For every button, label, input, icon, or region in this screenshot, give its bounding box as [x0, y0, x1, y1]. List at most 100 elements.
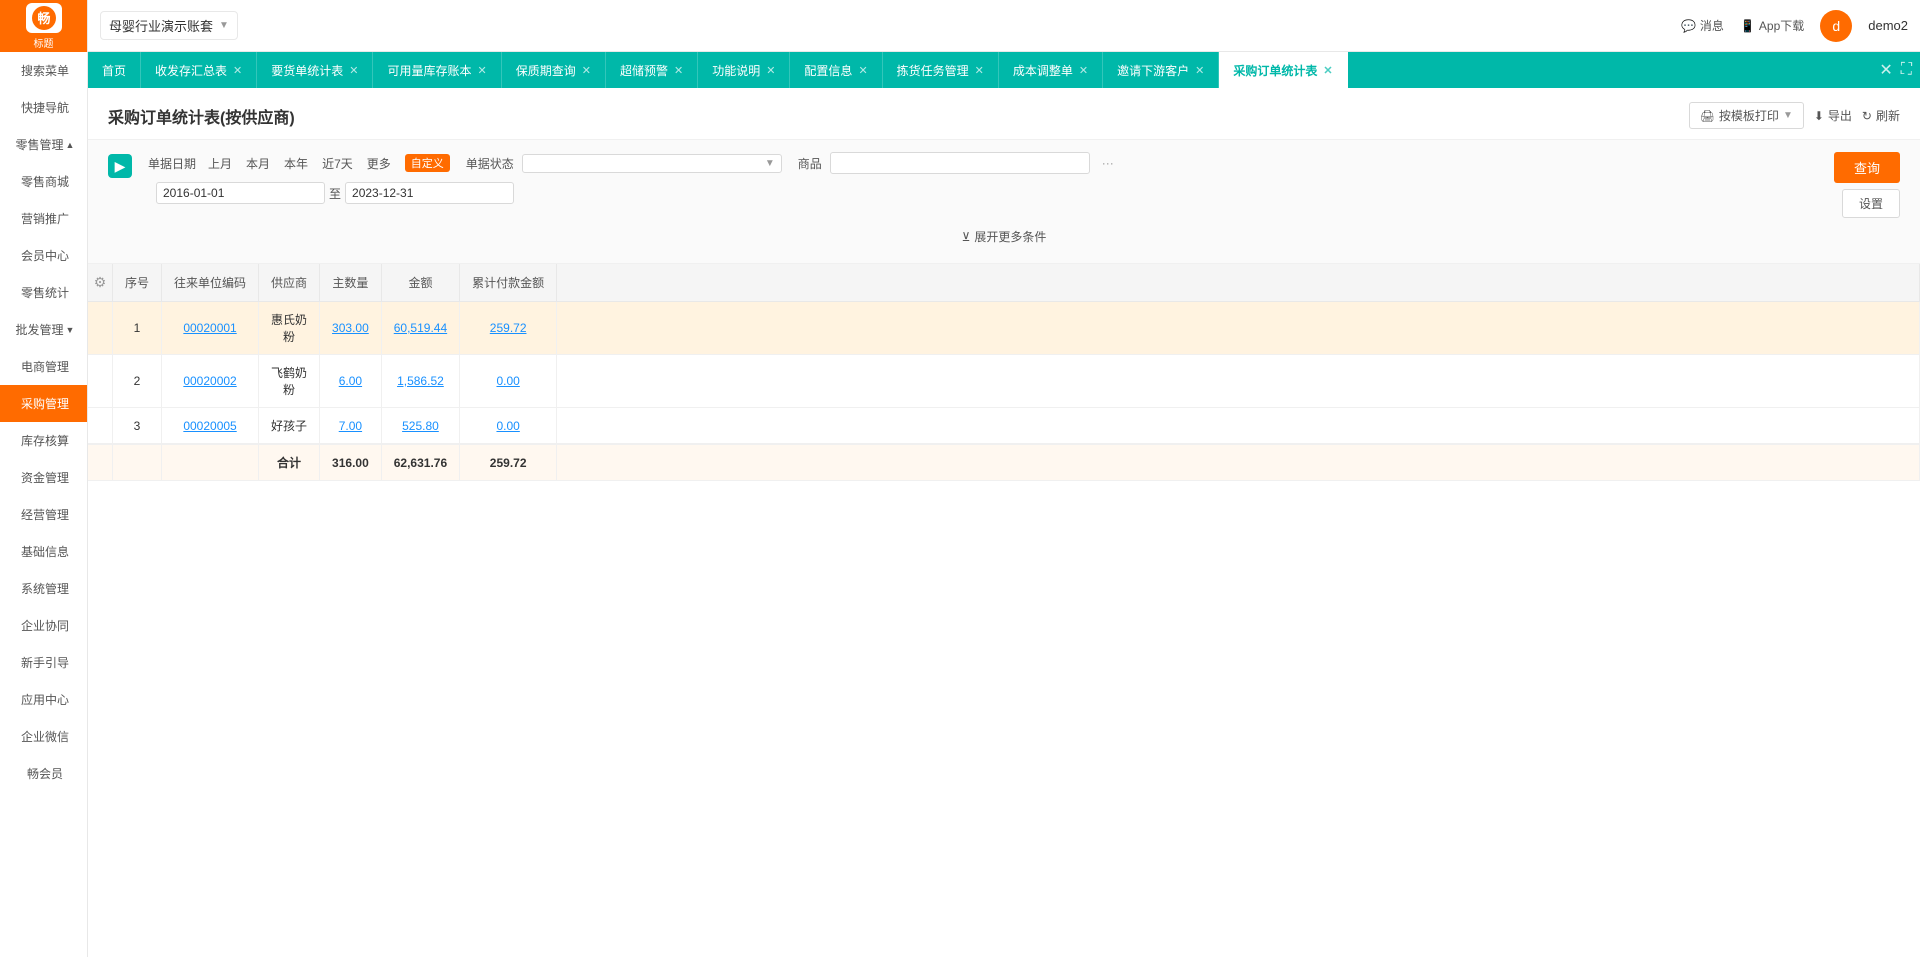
- close-icon-config-info[interactable]: ✕: [858, 64, 867, 77]
- workspace-label: 母婴行业演示账套: [109, 16, 213, 35]
- close-icon-picking-task[interactable]: ✕: [975, 64, 984, 77]
- sidebar-item-ecommerce[interactable]: 电商管理: [0, 348, 87, 385]
- expand-arrow-icon: ⊻: [962, 230, 971, 244]
- tab-cost-adjust[interactable]: 成本调整单✕: [999, 52, 1103, 88]
- sidebar-item-marketing[interactable]: 营销推广: [0, 200, 87, 237]
- close-icon-requisition-stats[interactable]: ✕: [349, 64, 358, 77]
- tab-home[interactable]: 首页: [88, 52, 141, 88]
- date-from-input[interactable]: [156, 182, 325, 204]
- sidebar-item-quick-nav[interactable]: 快捷导航: [0, 89, 87, 126]
- close-icon-cost-adjust[interactable]: ✕: [1079, 64, 1088, 77]
- svg-text:畅: 畅: [37, 11, 50, 26]
- sidebar-item-enterprise[interactable]: 企业协同: [0, 607, 87, 644]
- sidebar-item-purchase[interactable]: 采购管理: [0, 385, 87, 422]
- footer-paid-amount: 259.72: [460, 444, 557, 481]
- tab-receive-summary[interactable]: 收发存汇总表✕: [141, 52, 257, 88]
- close-icon-invite-downstream[interactable]: ✕: [1195, 64, 1204, 77]
- refresh-button[interactable]: ↻ 刷新: [1862, 107, 1900, 124]
- close-icon-function-desc[interactable]: ✕: [766, 64, 775, 77]
- col-header-no: 序号: [113, 264, 162, 302]
- sidebar-item-inventory[interactable]: 库存核算: [0, 422, 87, 459]
- tab-invite-downstream[interactable]: 邀请下游客户✕: [1103, 52, 1219, 88]
- printer-icon: 🖨: [1700, 109, 1715, 123]
- tab-purchase-stats[interactable]: 采购订单统计表✕: [1219, 52, 1347, 88]
- close-icon-warranty-query[interactable]: ✕: [582, 64, 591, 77]
- tab-config-info[interactable]: 配置信息✕: [790, 52, 882, 88]
- close-icon-overstock-warning[interactable]: ✕: [674, 64, 683, 77]
- page-header: 采购订单统计表(按供应商) 🖨 按模板打印 ▼ ⬇ 导出 ↻ 刷新: [88, 88, 1920, 140]
- filter-right-btns: 查询 设置: [1834, 152, 1900, 218]
- filter-goods-item: 商品 ···: [798, 152, 1114, 174]
- sidebar-item-app-center[interactable]: 应用中心: [0, 681, 87, 718]
- sidebar-item-retail-shop[interactable]: 零售商城: [0, 163, 87, 200]
- table-row[interactable]: 3 00020005 好孩子 7.00 525.80 0.00: [88, 408, 1920, 445]
- print-button[interactable]: 🖨 按模板打印 ▼: [1689, 102, 1804, 129]
- filter-toggle-btn[interactable]: ▶: [108, 154, 132, 178]
- export-button[interactable]: ⬇ 导出: [1814, 107, 1852, 124]
- refresh-icon: ↻: [1862, 109, 1872, 123]
- tab-picking-task[interactable]: 拣货任务管理✕: [883, 52, 999, 88]
- download-icon: 📱: [1740, 19, 1755, 33]
- date-shortcut-more[interactable]: 更多: [363, 153, 395, 174]
- date-shortcut-last-month[interactable]: 上月: [204, 153, 236, 174]
- tab-function-desc[interactable]: 功能说明✕: [698, 52, 790, 88]
- export-icon: ⬇: [1814, 109, 1824, 123]
- table-row[interactable]: 1 00020001 惠氏奶粉 303.00 60,519.44 259.72: [88, 302, 1920, 355]
- nav-tabs-actions: ✕ ⛶: [1871, 60, 1920, 80]
- date-range-separator: 至: [329, 185, 341, 202]
- settings-button[interactable]: 设置: [1842, 189, 1900, 218]
- user-name[interactable]: demo2: [1868, 18, 1908, 33]
- expand-conditions-btn[interactable]: ⊻ 展开更多条件: [962, 222, 1047, 251]
- settings-gear-icon[interactable]: ⚙: [94, 274, 107, 290]
- sidebar-item-retail[interactable]: 零售管理▲: [0, 126, 87, 163]
- goods-more-icon[interactable]: ···: [1102, 156, 1114, 170]
- close-icon-available-stock[interactable]: ✕: [478, 64, 487, 77]
- date-shortcut-this-year[interactable]: 本年: [280, 153, 312, 174]
- user-initial-text: d: [1832, 18, 1840, 34]
- tab-available-stock[interactable]: 可用量库存账本✕: [373, 52, 501, 88]
- close-tab-action-icon[interactable]: ✕: [1879, 60, 1892, 80]
- col-header-extra: [557, 264, 1920, 302]
- batch-arrow-icon: ▼: [66, 325, 75, 335]
- sidebar-item-newbie[interactable]: 新手引导: [0, 644, 87, 681]
- workspace-selector[interactable]: 母婴行业演示账套 ▼: [100, 11, 238, 40]
- sidebar-item-enterprise-wechat[interactable]: 企业微信: [0, 718, 87, 755]
- sidebar-item-batch-mgmt[interactable]: 批发管理▼: [0, 311, 87, 348]
- date-range: 至: [156, 182, 514, 204]
- filter-area: ▶ 单据日期 上月 本月 本年 近7天 更多: [88, 140, 1920, 264]
- filter-left: 单据日期 上月 本月 本年 近7天 更多 自定义: [148, 152, 1818, 204]
- tab-warranty-query[interactable]: 保质期查询✕: [502, 52, 606, 88]
- sidebar-item-capital[interactable]: 资金管理: [0, 459, 87, 496]
- page-actions: 🖨 按模板打印 ▼ ⬇ 导出 ↻ 刷新: [1689, 102, 1900, 129]
- query-button[interactable]: 查询: [1834, 152, 1900, 183]
- date-shortcut-7days[interactable]: 近7天: [318, 153, 357, 174]
- sidebar-item-member2[interactable]: 畅会员: [0, 755, 87, 792]
- filter-row-1: 单据日期 上月 本月 本年 近7天 更多 自定义: [148, 152, 1818, 174]
- status-select[interactable]: ▼: [522, 154, 782, 173]
- sidebar-item-retail-stats[interactable]: 零售统计: [0, 274, 87, 311]
- sidebar-menu: 搜索菜单 快捷导航 零售管理▲ 零售商城 营销推广 会员中心 零售统计 批发管理…: [0, 52, 87, 957]
- maximize-tab-action-icon[interactable]: ⛶: [1901, 61, 1912, 79]
- footer-label: 合计: [259, 444, 320, 481]
- goods-input[interactable]: [830, 152, 1090, 174]
- sidebar-item-basic-info[interactable]: 基础信息: [0, 533, 87, 570]
- logo-area: 畅 标题: [0, 0, 87, 52]
- sidebar-item-system[interactable]: 系统管理: [0, 570, 87, 607]
- logo-icon: 畅: [26, 3, 62, 33]
- app-download-btn[interactable]: 📱 App下载: [1740, 17, 1804, 34]
- table-row[interactable]: 2 00020002 飞鹤奶粉 6.00 1,586.52 0.00: [88, 355, 1920, 408]
- close-icon-purchase-stats[interactable]: ✕: [1323, 64, 1332, 77]
- status-caret-icon: ▼: [765, 158, 775, 169]
- sidebar-item-search[interactable]: 搜索菜单: [0, 52, 87, 89]
- sidebar-item-operation[interactable]: 经营管理: [0, 496, 87, 533]
- user-avatar[interactable]: d: [1820, 10, 1852, 42]
- tab-requisition-stats[interactable]: 要货单统计表✕: [257, 52, 373, 88]
- sidebar-item-member[interactable]: 会员中心: [0, 237, 87, 274]
- tab-overstock-warning[interactable]: 超储预警✕: [606, 52, 698, 88]
- message-btn[interactable]: 💬 消息: [1681, 17, 1724, 34]
- date-to-input[interactable]: [345, 182, 514, 204]
- footer-qty: 316.00: [320, 444, 382, 481]
- date-shortcut-this-month[interactable]: 本月: [242, 153, 274, 174]
- col-header-settings[interactable]: ⚙: [88, 264, 113, 302]
- close-icon-receive-summary[interactable]: ✕: [233, 64, 242, 77]
